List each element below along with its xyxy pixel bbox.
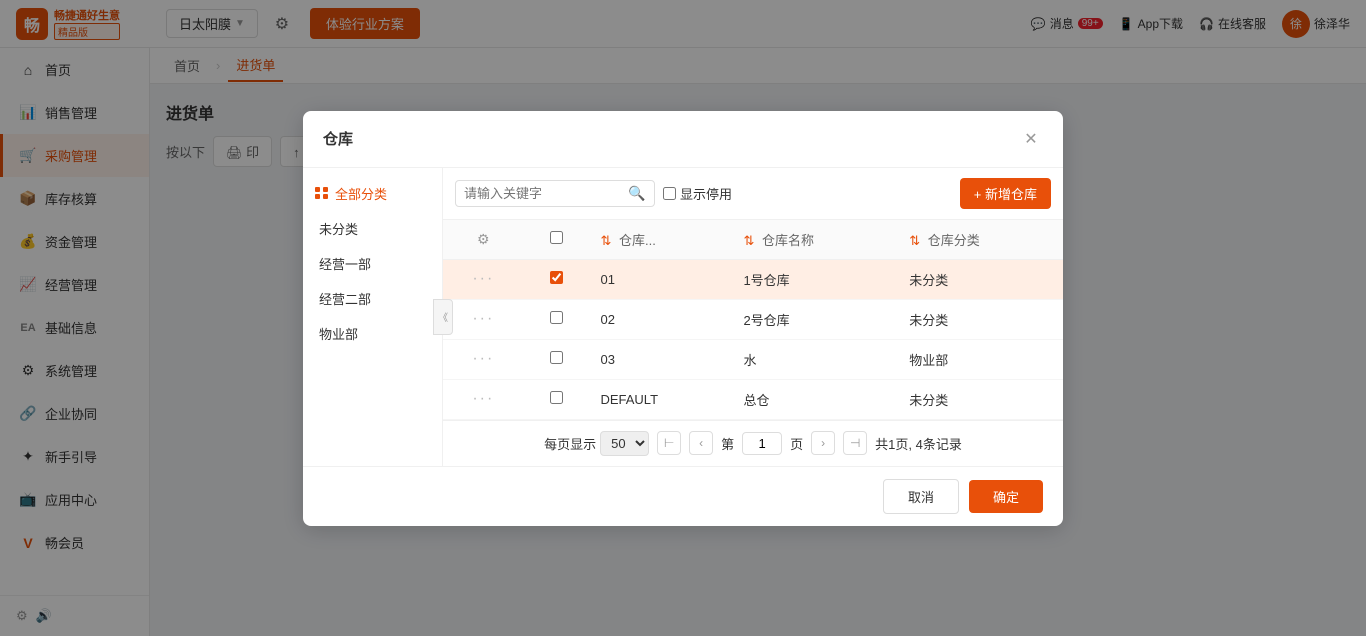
row-name-1: 1号仓库 <box>731 259 897 299</box>
next-page-button[interactable]: › <box>811 431 835 455</box>
all-categories-item[interactable]: 全部分类 <box>303 176 442 211</box>
modal-title: 仓库 <box>323 128 353 149</box>
modal-header: 仓库 ✕ <box>303 111 1063 168</box>
row-category-3: 物业部 <box>897 339 1063 379</box>
show-disabled-checkbox-label[interactable]: 显示停用 <box>663 184 732 203</box>
page-input[interactable] <box>742 432 782 455</box>
confirm-button[interactable]: 确定 <box>969 480 1043 513</box>
last-page-button[interactable]: ⊣ <box>843 431 867 455</box>
table-row[interactable]: ··· 01 1号仓库 未分类 <box>443 259 1063 299</box>
row-checkbox-2[interactable] <box>524 299 589 339</box>
table-header: ⚙ ⇅ 仓库... ⇅ <box>443 220 1063 260</box>
col-gear: ⚙ <box>443 220 524 260</box>
table: ⚙ ⇅ 仓库... ⇅ <box>443 220 1063 420</box>
col-name: ⇅ 仓库名称 <box>731 220 897 260</box>
row-category-1: 未分类 <box>897 259 1063 299</box>
row-actions-2[interactable]: ··· <box>443 299 524 339</box>
modal-overlay[interactable]: 仓库 ✕ 全部分类 未分类 经营一部 经营二部 物业部 《 <box>0 0 1366 636</box>
cancel-button[interactable]: 取消 <box>883 479 959 514</box>
grid-icon <box>315 187 329 199</box>
sort-name-icon: ⇅ <box>743 233 754 248</box>
category-sidebar: 全部分类 未分类 经营一部 经营二部 物业部 <box>303 168 443 466</box>
row-checkbox-1[interactable] <box>524 259 589 299</box>
sort-icon: ⇅ <box>600 233 611 248</box>
table-body: ··· 01 1号仓库 未分类 ··· 02 2号仓库 <box>443 259 1063 419</box>
col-category: ⇅ 仓库分类 <box>897 220 1063 260</box>
show-disabled-checkbox[interactable] <box>663 187 676 200</box>
pagination-bar: 每页显示 50 ⊢ ‹ 第 页 › ⊣ 共1页, 4条记录 <box>443 420 1063 466</box>
modal-main: 🔍 显示停用 + 新增仓库 <box>443 168 1063 466</box>
category-item-uncategorized[interactable]: 未分类 <box>303 211 442 246</box>
category-item-property[interactable]: 物业部 <box>303 316 442 351</box>
row-code-2: 02 <box>588 299 731 339</box>
row-checkbox-3[interactable] <box>524 339 589 379</box>
row-name-2: 2号仓库 <box>731 299 897 339</box>
table-row[interactable]: ··· 03 水 物业部 <box>443 339 1063 379</box>
prev-page-button[interactable]: ‹ <box>689 431 713 455</box>
page-size-dropdown[interactable]: 50 <box>600 431 649 456</box>
modal-close-button[interactable]: ✕ <box>1019 127 1043 151</box>
sort-cat-icon: ⇅ <box>909 233 920 248</box>
collapse-sidebar-button[interactable]: 《 <box>433 299 453 335</box>
row-code-4: DEFAULT <box>588 379 731 419</box>
row-name-3: 水 <box>731 339 897 379</box>
select-all-checkbox[interactable] <box>550 231 563 244</box>
modal-footer: 取消 确定 <box>303 466 1063 526</box>
search-input[interactable] <box>464 186 624 201</box>
search-icon[interactable]: 🔍 <box>628 185 645 202</box>
row-checkbox-4[interactable] <box>524 379 589 419</box>
row-code-3: 03 <box>588 339 731 379</box>
table-row[interactable]: ··· DEFAULT 总仓 未分类 <box>443 379 1063 419</box>
row-name-4: 总仓 <box>731 379 897 419</box>
add-warehouse-button[interactable]: + 新增仓库 <box>960 178 1051 209</box>
modal-toolbar: 🔍 显示停用 + 新增仓库 <box>443 168 1063 220</box>
row-code-1: 01 <box>588 259 731 299</box>
category-item-dept1[interactable]: 经营一部 <box>303 246 442 281</box>
row-category-2: 未分类 <box>897 299 1063 339</box>
col-code: ⇅ 仓库... <box>588 220 731 260</box>
table-row[interactable]: ··· 02 2号仓库 未分类 <box>443 299 1063 339</box>
warehouse-table: ⚙ ⇅ 仓库... ⇅ <box>443 220 1063 420</box>
page-size-select: 每页显示 50 <box>544 431 649 456</box>
warehouse-modal: 仓库 ✕ 全部分类 未分类 经营一部 经营二部 物业部 《 <box>303 111 1063 526</box>
col-checkbox <box>524 220 589 260</box>
first-page-button[interactable]: ⊢ <box>657 431 681 455</box>
search-input-wrap[interactable]: 🔍 <box>455 180 655 207</box>
row-actions-1[interactable]: ··· <box>443 259 524 299</box>
row-category-4: 未分类 <box>897 379 1063 419</box>
gear-col-icon: ⚙ <box>477 231 490 247</box>
row-actions-4[interactable]: ··· <box>443 379 524 419</box>
row-actions-3[interactable]: ··· <box>443 339 524 379</box>
category-item-dept2[interactable]: 经营二部 <box>303 281 442 316</box>
modal-body: 全部分类 未分类 经营一部 经营二部 物业部 《 🔍 <box>303 168 1063 466</box>
